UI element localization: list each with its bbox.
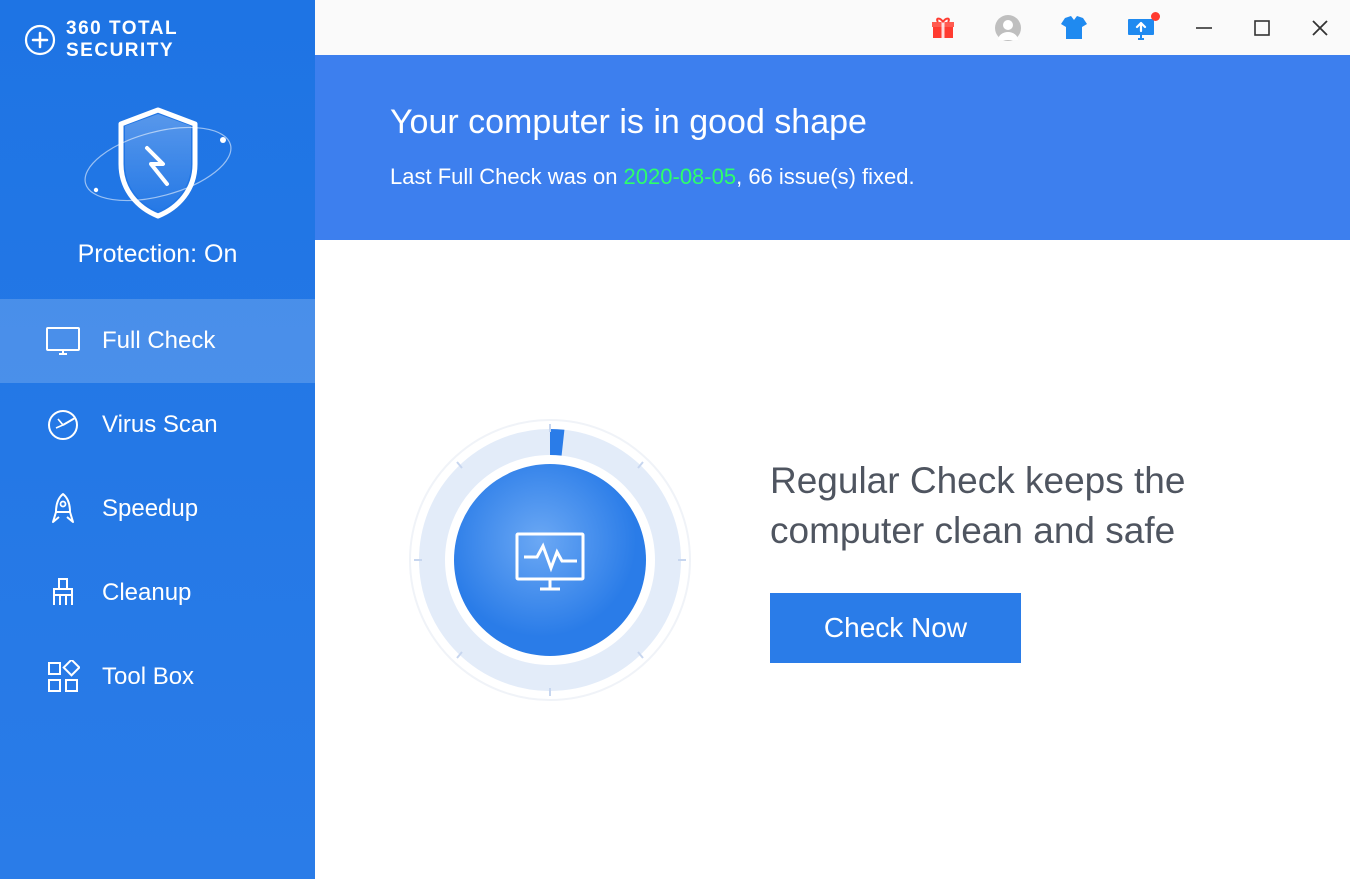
banner-suffix: , 66 issue(s) fixed. bbox=[736, 164, 915, 189]
banner-title: Your computer is in good shape bbox=[390, 103, 1350, 142]
check-now-label: Check Now bbox=[824, 612, 967, 644]
protection-status-label: Protection: On bbox=[78, 240, 238, 269]
main-text-block: Regular Check keeps the computer clean a… bbox=[770, 456, 1200, 664]
check-dial-graphic bbox=[400, 410, 700, 710]
check-now-button[interactable]: Check Now bbox=[770, 593, 1021, 663]
sidebar-item-toolbox[interactable]: Tool Box bbox=[0, 635, 315, 719]
user-avatar-icon[interactable] bbox=[994, 14, 1022, 42]
content: Your computer is in good shape Last Full… bbox=[315, 0, 1350, 879]
brand: 360 TOTAL SECURITY bbox=[0, 0, 315, 72]
upload-monitor-icon[interactable] bbox=[1126, 15, 1156, 41]
notification-dot bbox=[1151, 12, 1160, 21]
window-minimize-button[interactable] bbox=[1194, 18, 1214, 38]
sidebar-item-label: Virus Scan bbox=[102, 411, 218, 439]
gift-icon[interactable] bbox=[930, 15, 956, 41]
rocket-icon bbox=[46, 492, 80, 526]
sidebar-item-label: Tool Box bbox=[102, 663, 194, 691]
main-panel: Regular Check keeps the computer clean a… bbox=[315, 240, 1350, 879]
brand-logo-icon bbox=[24, 24, 56, 56]
banner-date: 2020-08-05 bbox=[624, 164, 737, 189]
sidebar: 360 TOTAL SECURITY bbox=[0, 0, 315, 879]
banner-subtitle: Last Full Check was on 2020-08-05, 66 is… bbox=[390, 164, 1350, 190]
sidebar-item-speedup[interactable]: Speedup bbox=[0, 467, 315, 551]
main-headline: Regular Check keeps the computer clean a… bbox=[770, 456, 1200, 556]
window-close-button[interactable] bbox=[1310, 18, 1330, 38]
shield-icon bbox=[73, 92, 243, 232]
sidebar-nav: Full Check Virus Scan bbox=[0, 299, 315, 719]
app-window: 360 TOTAL SECURITY bbox=[0, 0, 1350, 879]
window-maximize-button[interactable] bbox=[1252, 18, 1272, 38]
apps-icon bbox=[46, 660, 80, 694]
theme-shirt-icon[interactable] bbox=[1060, 15, 1088, 41]
sidebar-item-cleanup[interactable]: Cleanup bbox=[0, 551, 315, 635]
radar-icon bbox=[46, 409, 80, 441]
titlebar bbox=[315, 0, 1350, 55]
sidebar-item-virus-scan[interactable]: Virus Scan bbox=[0, 383, 315, 467]
brand-name: 360 TOTAL SECURITY bbox=[66, 18, 291, 62]
sidebar-item-label: Full Check bbox=[102, 327, 215, 355]
status-banner: Your computer is in good shape Last Full… bbox=[315, 55, 1350, 240]
brush-icon bbox=[46, 576, 80, 610]
sidebar-item-label: Cleanup bbox=[102, 579, 191, 607]
banner-prefix: Last Full Check was on bbox=[390, 164, 624, 189]
monitor-icon bbox=[46, 325, 80, 357]
protection-status-block: Protection: On bbox=[0, 72, 315, 299]
sidebar-item-label: Speedup bbox=[102, 495, 198, 523]
sidebar-item-full-check[interactable]: Full Check bbox=[0, 299, 315, 383]
